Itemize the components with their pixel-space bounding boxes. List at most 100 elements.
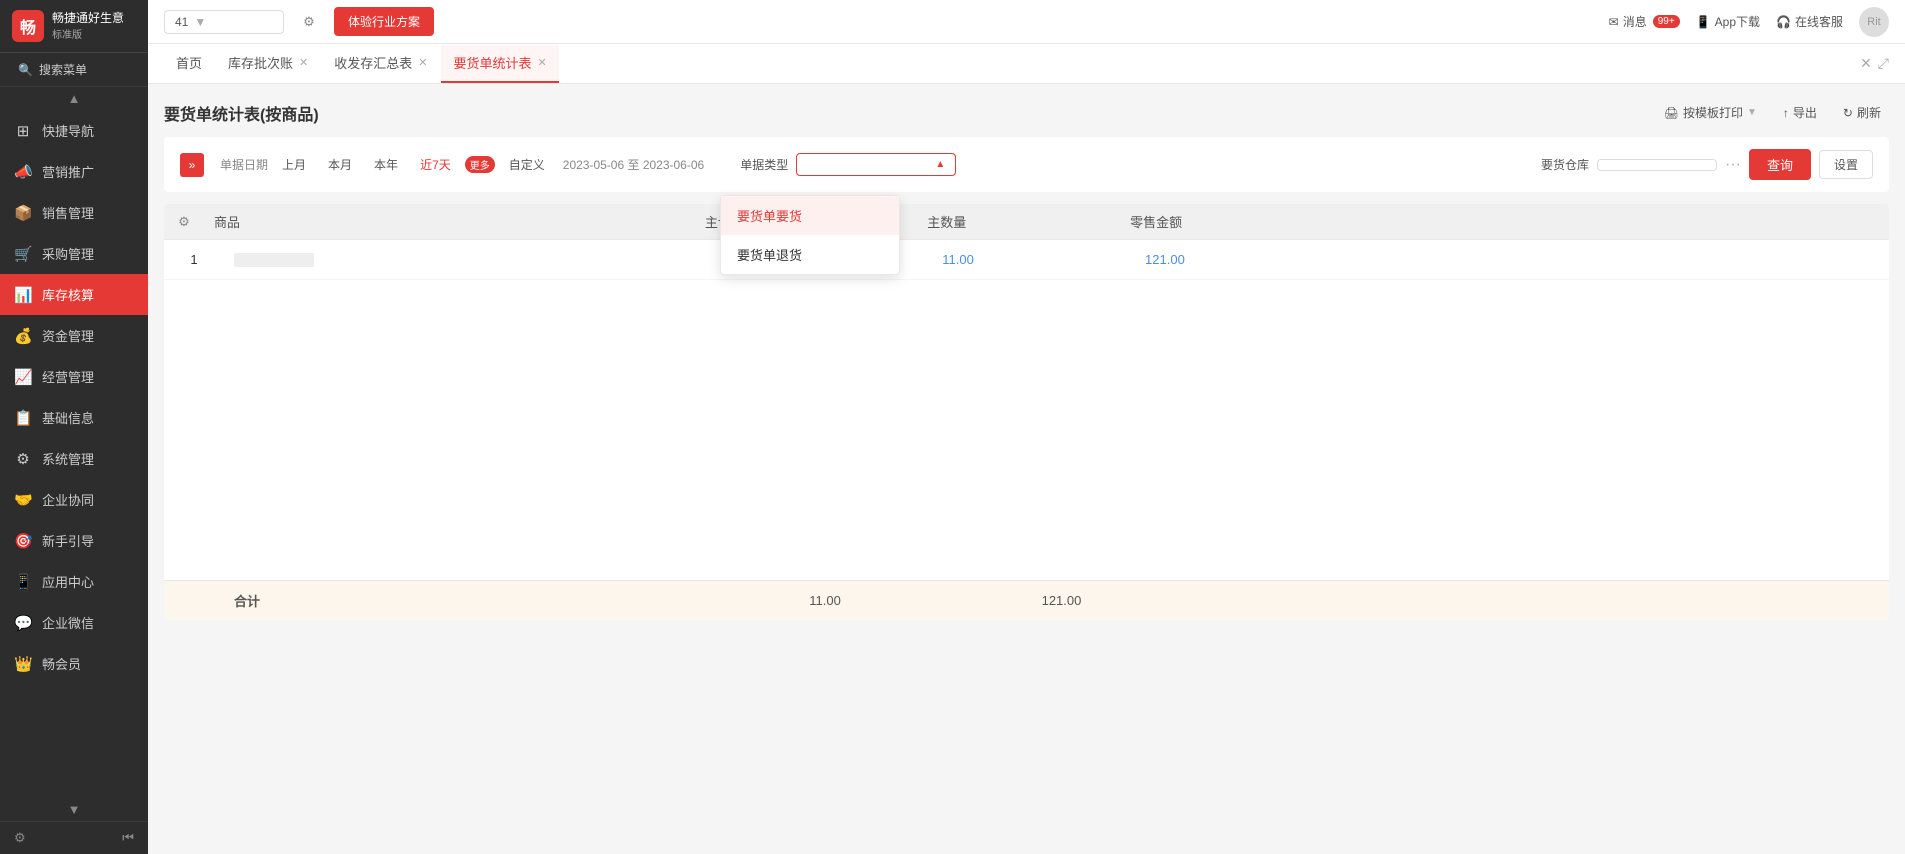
sidebar-item-marketing[interactable]: 📣营销推广 [0, 151, 148, 192]
sidebar-item-label: 采购管理 [42, 244, 94, 263]
sidebar-item-purchase[interactable]: 🛒采购管理 [0, 233, 148, 274]
setting-button[interactable]: 设置 [1819, 150, 1873, 179]
row-amount-link[interactable]: 121.00 [1145, 252, 1185, 267]
sidebar-item-finance[interactable]: 💰资金管理 [0, 315, 148, 356]
date-custom[interactable]: 自定义 [501, 153, 553, 176]
topbar-left: 41 ▼ ⚙ 体验行业方案 [164, 7, 434, 37]
type-filter-label: 单据类型 [740, 156, 788, 173]
service-icon: 🎧 [1776, 15, 1791, 29]
main-area: 41 ▼ ⚙ 体验行业方案 ✉ 消息 99+ 📱 App下载 🎧 在线客服 Ri… [148, 0, 1905, 854]
row-qty-link[interactable]: 11.00 [942, 252, 974, 267]
trial-button[interactable]: 体验行业方案 [334, 7, 434, 36]
sidebar-scroll-up[interactable]: ▲ [0, 87, 148, 110]
query-button[interactable]: 查询 [1749, 149, 1811, 180]
sidebar-scroll-down[interactable]: ▼ [0, 798, 148, 821]
sidebar-item-enterprise[interactable]: 🤝 企业协同 [0, 479, 148, 520]
type-filter-group: 单据类型 ▲ [740, 153, 956, 176]
topbar-gear-button[interactable]: ⚙ [294, 7, 324, 37]
tab-order-summary[interactable]: 要货单统计表 ✕ [441, 45, 558, 83]
topbar-right: ✉ 消息 99+ 📱 App下载 🎧 在线客服 Rit [1609, 7, 1889, 37]
tab-order-summary-close[interactable]: ✕ [538, 56, 547, 69]
print-icon: 🖨 [1664, 106, 1679, 120]
date-this-year[interactable]: 本年 [366, 153, 406, 176]
tab-inventory-batch-close[interactable]: ✕ [299, 56, 308, 69]
filter-bar: » 单据日期 上月 本月 本年 近7天 更多 自定义 2023-05-06 至 … [164, 137, 1889, 192]
date-last-month[interactable]: 上月 [274, 153, 314, 176]
export-button[interactable]: ↑ 导出 [1775, 100, 1825, 125]
dropdown-option-1[interactable]: 要货单要货 [721, 196, 899, 235]
sidebar-item-wechat[interactable]: 💬企业微信 [0, 602, 148, 643]
date-filter-label: 单据日期 [220, 156, 268, 173]
warehouse-input[interactable] [1597, 159, 1717, 171]
sidebar-item-label: 库存核算 [42, 285, 94, 304]
page-content: 要货单统计表(按商品) 🖨 按模板打印 ▼ ↑ 导出 ↻ 刷新 » [148, 84, 1905, 854]
row-product [224, 253, 648, 267]
online-service-button[interactable]: 🎧 在线客服 [1776, 13, 1843, 30]
sidebar-item-label: 企业协同 [42, 490, 94, 509]
message-icon: ✉ [1609, 15, 1619, 29]
sidebar-item-icon: 🤝 [14, 491, 32, 509]
tab-close-all-icon[interactable]: ✕ [1860, 55, 1872, 72]
tab-inventory-batch-label: 库存批次账 [228, 53, 293, 72]
sidebar-item-icon: 📦 [14, 204, 32, 222]
col-amount-header: 零售金额 [1052, 212, 1261, 231]
sidebar-item-newbie[interactable]: 🎯 新手引导 [0, 520, 148, 561]
sidebar-search[interactable]: 🔍 搜索菜单 [0, 53, 148, 87]
date-this-month[interactable]: 本月 [320, 153, 360, 176]
store-selector[interactable]: 41 ▼ [164, 10, 284, 34]
filter-expand-button[interactable]: » [180, 153, 204, 177]
chevron-down-icon: ▼ [194, 15, 206, 29]
sidebar-item-icon: 🎯 [14, 532, 32, 550]
sidebar-item-basic[interactable]: 📋基础信息 [0, 397, 148, 438]
print-button[interactable]: 🖨 按模板打印 ▼ [1656, 100, 1765, 125]
tab-receive-summary-close[interactable]: ✕ [418, 56, 427, 69]
sidebar-item-label: 经营管理 [42, 367, 94, 386]
settings-col-icon[interactable]: ⚙ [178, 214, 190, 229]
sidebar-item-inventory[interactable]: 📊库存核算 [0, 274, 148, 315]
dropdown-option-2[interactable]: 要货单退货 [721, 235, 899, 274]
sidebar-item-member[interactable]: 👑畅会员 [0, 643, 148, 684]
sidebar-item-label: 新手引导 [42, 531, 94, 550]
type-select[interactable]: ▲ [796, 153, 956, 176]
refresh-label: 刷新 [1857, 104, 1881, 121]
date-last-7days[interactable]: 近7天 [412, 153, 459, 176]
sidebar-item-app-center[interactable]: 📱应用中心 [0, 561, 148, 602]
col-settings-header: ⚙ [164, 214, 204, 230]
app-download-label: App下载 [1715, 13, 1760, 30]
sidebar-collapse-btn[interactable]: ⏮ [122, 830, 134, 846]
sidebar-item-quick-nav[interactable]: ⊞快捷导航 [0, 110, 148, 151]
sidebar-item-icon: 💬 [14, 614, 32, 632]
sidebar-item-label: 应用中心 [42, 572, 94, 591]
sidebar-item-sales[interactable]: 📦 销售管理 [0, 192, 148, 233]
messages-button[interactable]: ✉ 消息 99+ [1609, 13, 1680, 30]
page-actions: 🖨 按模板打印 ▼ ↑ 导出 ↻ 刷新 [1656, 100, 1889, 125]
sidebar-item-label: 基础信息 [42, 408, 94, 427]
sidebar-item-operation[interactable]: 📈经营管理 [0, 356, 148, 397]
warehouse-filter-group: 要货仓库 ··· 查询 设置 [1541, 149, 1873, 180]
tab-receive-summary[interactable]: 收发存汇总表 ✕ [322, 45, 439, 83]
chevron-up-icon: ▲ [935, 159, 945, 170]
tab-home[interactable]: 首页 [164, 45, 214, 83]
app-download-button[interactable]: 📱 App下载 [1696, 13, 1760, 30]
sidebar-item-label: 快捷导航 [42, 121, 94, 140]
date-range-text: 2023-05-06 至 2023-06-06 [563, 156, 704, 173]
settings-icon[interactable]: ⚙ [14, 830, 26, 846]
refresh-button[interactable]: ↻ 刷新 [1835, 100, 1889, 125]
footer-amount: 121.00 [943, 593, 1179, 608]
export-icon: ↑ [1783, 106, 1789, 120]
online-service-label: 在线客服 [1795, 13, 1843, 30]
filter-more-button[interactable]: ··· [1725, 156, 1741, 174]
tab-inventory-batch[interactable]: 库存批次账 ✕ [216, 45, 320, 83]
search-icon: 🔍 [18, 63, 33, 77]
sidebar-item-label: 销售管理 [42, 203, 94, 222]
sidebar-logo: 畅 畅捷通好生意 标准版 [0, 0, 148, 53]
sidebar-item-icon: 💰 [14, 327, 32, 345]
user-avatar[interactable]: Rit [1859, 7, 1889, 37]
table-footer: 合计 11.00 121.00 [164, 580, 1889, 620]
col-product-header: 商品 [204, 212, 633, 231]
tab-order-summary-label: 要货单统计表 [453, 53, 531, 72]
sidebar-item-system[interactable]: ⚙系统管理 [0, 438, 148, 479]
sidebar-item-label: 系统管理 [42, 449, 94, 468]
refresh-icon: ↻ [1843, 106, 1853, 120]
tab-expand-icon[interactable]: ⤢ [1878, 55, 1889, 72]
